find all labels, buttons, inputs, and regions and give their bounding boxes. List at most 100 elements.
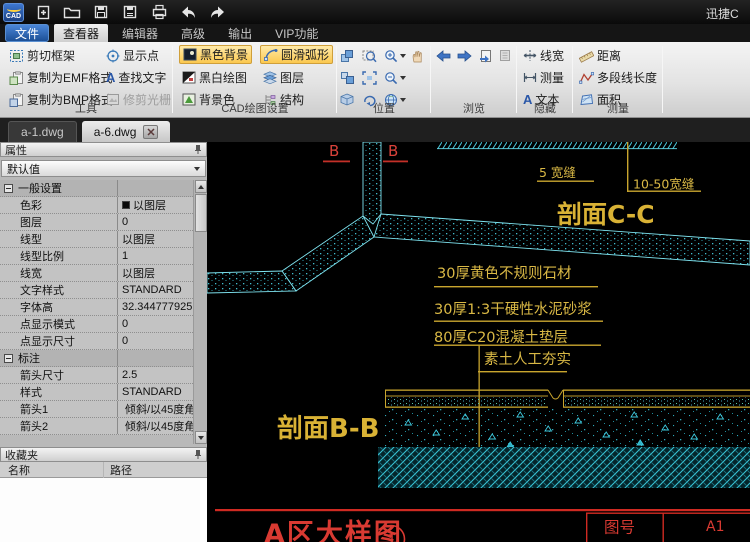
print-button[interactable] [149, 3, 169, 21]
pan-hand-icon [410, 49, 424, 63]
smooth-arc-button[interactable]: 圆滑弧形 [260, 45, 333, 64]
ribbon-divider [336, 46, 337, 113]
open-file-button[interactable] [62, 3, 82, 21]
copy-emf-button[interactable]: 复制为EMF格式 [6, 68, 115, 87]
back-button[interactable] [436, 46, 451, 65]
menu-editor[interactable]: 编辑器 [113, 24, 167, 42]
save-button[interactable] [91, 3, 111, 21]
menu-file[interactable]: 文件 [5, 24, 49, 42]
distance-icon [579, 49, 594, 63]
clip-frame-icon [9, 49, 24, 63]
layer-note-1: 30厚黄色不规则石材 [437, 265, 571, 282]
bw-drawing-icon [182, 71, 196, 84]
pin-icon[interactable] [194, 449, 202, 460]
view-cube-button[interactable] [340, 46, 355, 65]
cubes-icon [340, 71, 355, 85]
cad-canvas[interactable]: B B 5 宽缝 10-50宽缝 剖面C-C 30厚黄色不规则石材 30厚1:3… [207, 142, 750, 542]
property-row: 箭头2倾斜/以45度角 [0, 418, 193, 435]
undo-icon [180, 5, 197, 20]
reload-page-button[interactable] [478, 46, 493, 65]
favorites-list[interactable] [0, 478, 207, 542]
black-background-button[interactable]: 黑色背景 [179, 45, 252, 64]
fit-extents-button[interactable] [362, 68, 377, 87]
find-text-button[interactable]: A 查找文字 [103, 68, 169, 87]
hide-lineweight-button[interactable]: 线宽 [520, 46, 567, 65]
bw-drawing-button[interactable]: 黑白绘图 [179, 68, 250, 87]
layer-note-2: 30厚1:3干硬性水泥砂浆 [434, 300, 592, 318]
redo-icon [209, 5, 226, 20]
property-section: 一般设置 [0, 180, 193, 197]
undo-button[interactable] [178, 3, 198, 21]
menu-output[interactable]: 输出 [219, 24, 261, 42]
property-grid-scrollbar[interactable] [193, 180, 207, 444]
ribbon-group-browse: 浏览 [432, 42, 516, 117]
pan-button[interactable] [410, 46, 424, 65]
new-file-button[interactable] [33, 3, 53, 21]
color-swatch [122, 201, 130, 209]
dropdown-arrow-icon [400, 76, 406, 80]
clip-frame-button[interactable]: 剪切框架 [6, 46, 78, 65]
forward-button[interactable] [457, 46, 472, 65]
window-title: 迅捷C [706, 5, 750, 22]
save-as-button[interactable] [120, 3, 140, 21]
ribbon-divider [172, 46, 173, 113]
chevron-down-icon [194, 167, 200, 171]
ribbon-divider [662, 46, 663, 113]
close-tab-button[interactable] [143, 125, 158, 139]
tab-a1-dwg[interactable]: a-1.dwg [8, 121, 77, 142]
ribbon-group-hide: 线宽 测量 A 文本 隐藏 [518, 42, 572, 117]
menu-viewer[interactable]: 查看器 [54, 24, 108, 42]
group-label-cad-settings: CAD绘图设置 [174, 100, 336, 116]
zoom-out-icon [384, 71, 398, 85]
new-file-icon [35, 4, 51, 20]
find-text-icon: A [106, 71, 115, 84]
triangle-up-icon [198, 185, 204, 189]
scroll-up-button[interactable] [195, 180, 207, 193]
column-name[interactable]: 名称 [0, 462, 104, 478]
view-cube-alt-button[interactable] [340, 68, 355, 87]
layers-button[interactable]: 图层 [260, 68, 307, 87]
menu-bar: 文件 查看器 编辑器 高级 输出 VIP功能 [0, 24, 750, 42]
show-point-button[interactable]: 显示点 [103, 46, 162, 65]
scroll-down-button[interactable] [195, 431, 207, 444]
property-section: 标注 [0, 350, 193, 367]
scrollbar-thumb[interactable] [195, 194, 207, 232]
concrete-layer [383, 408, 750, 447]
copy-emf-icon [9, 71, 24, 85]
layer-note-3: 80厚C20混凝土垫层 [434, 329, 568, 346]
property-row: 字体高32.344777925 [0, 299, 193, 316]
pin-icon[interactable] [194, 144, 202, 155]
preset-dropdown[interactable]: 默认值 [1, 160, 206, 177]
measure-polyline-button[interactable]: 多段线长度 [576, 68, 660, 87]
zoom-window-button[interactable] [362, 46, 377, 65]
cube-icon [340, 49, 355, 63]
measure-distance-button[interactable]: 距离 [576, 46, 624, 65]
ribbon-group-cad-settings: 黑色背景 黑白绘图 背景色 圆滑弧形 图层 结构 CAD绘图设置 [174, 42, 336, 117]
tab-a6-dwg[interactable]: a-6.dwg [82, 121, 171, 142]
favorites-column-headers: 名称 路径 [0, 462, 207, 478]
collapse-icon[interactable] [4, 354, 13, 363]
redo-button[interactable] [207, 3, 227, 21]
property-row: 点显示尺寸0 [0, 333, 193, 350]
collapse-icon[interactable] [4, 184, 13, 193]
page-disabled-button[interactable] [498, 46, 512, 65]
title-block: 图号 A1 A区大样图 1 [215, 509, 750, 542]
ribbon-divider [516, 46, 517, 113]
folder-icon [63, 4, 81, 20]
menu-vip[interactable]: VIP功能 [266, 24, 327, 42]
sheet-number-value: A1 [706, 519, 724, 535]
group-label-position: 位置 [338, 100, 430, 116]
hide-measure-button[interactable]: 测量 [520, 68, 567, 87]
menu-advanced[interactable]: 高级 [172, 24, 214, 42]
section-bb-drawing [378, 390, 750, 489]
ribbon-group-tools: 剪切框架 复制为EMF格式 复制为BMP格式 显示点 A 查找文字 修剪光栅 [0, 42, 172, 117]
save-as-icon [122, 4, 138, 20]
property-row: 点显示模式0 [0, 316, 193, 333]
app-logo-icon: CAD [3, 3, 24, 22]
zoom-in-button[interactable] [384, 46, 406, 65]
left-sidebar: 属性 默认值 一般设置 色彩以图层 图层0 线型以图层 线型比例1 线宽以图层 … [0, 142, 207, 542]
column-path[interactable]: 路径 [104, 462, 132, 478]
zoom-out-button[interactable] [384, 68, 406, 87]
property-row: 色彩以图层 [0, 197, 193, 214]
section-cc-title: 剖面C-C [557, 200, 655, 229]
